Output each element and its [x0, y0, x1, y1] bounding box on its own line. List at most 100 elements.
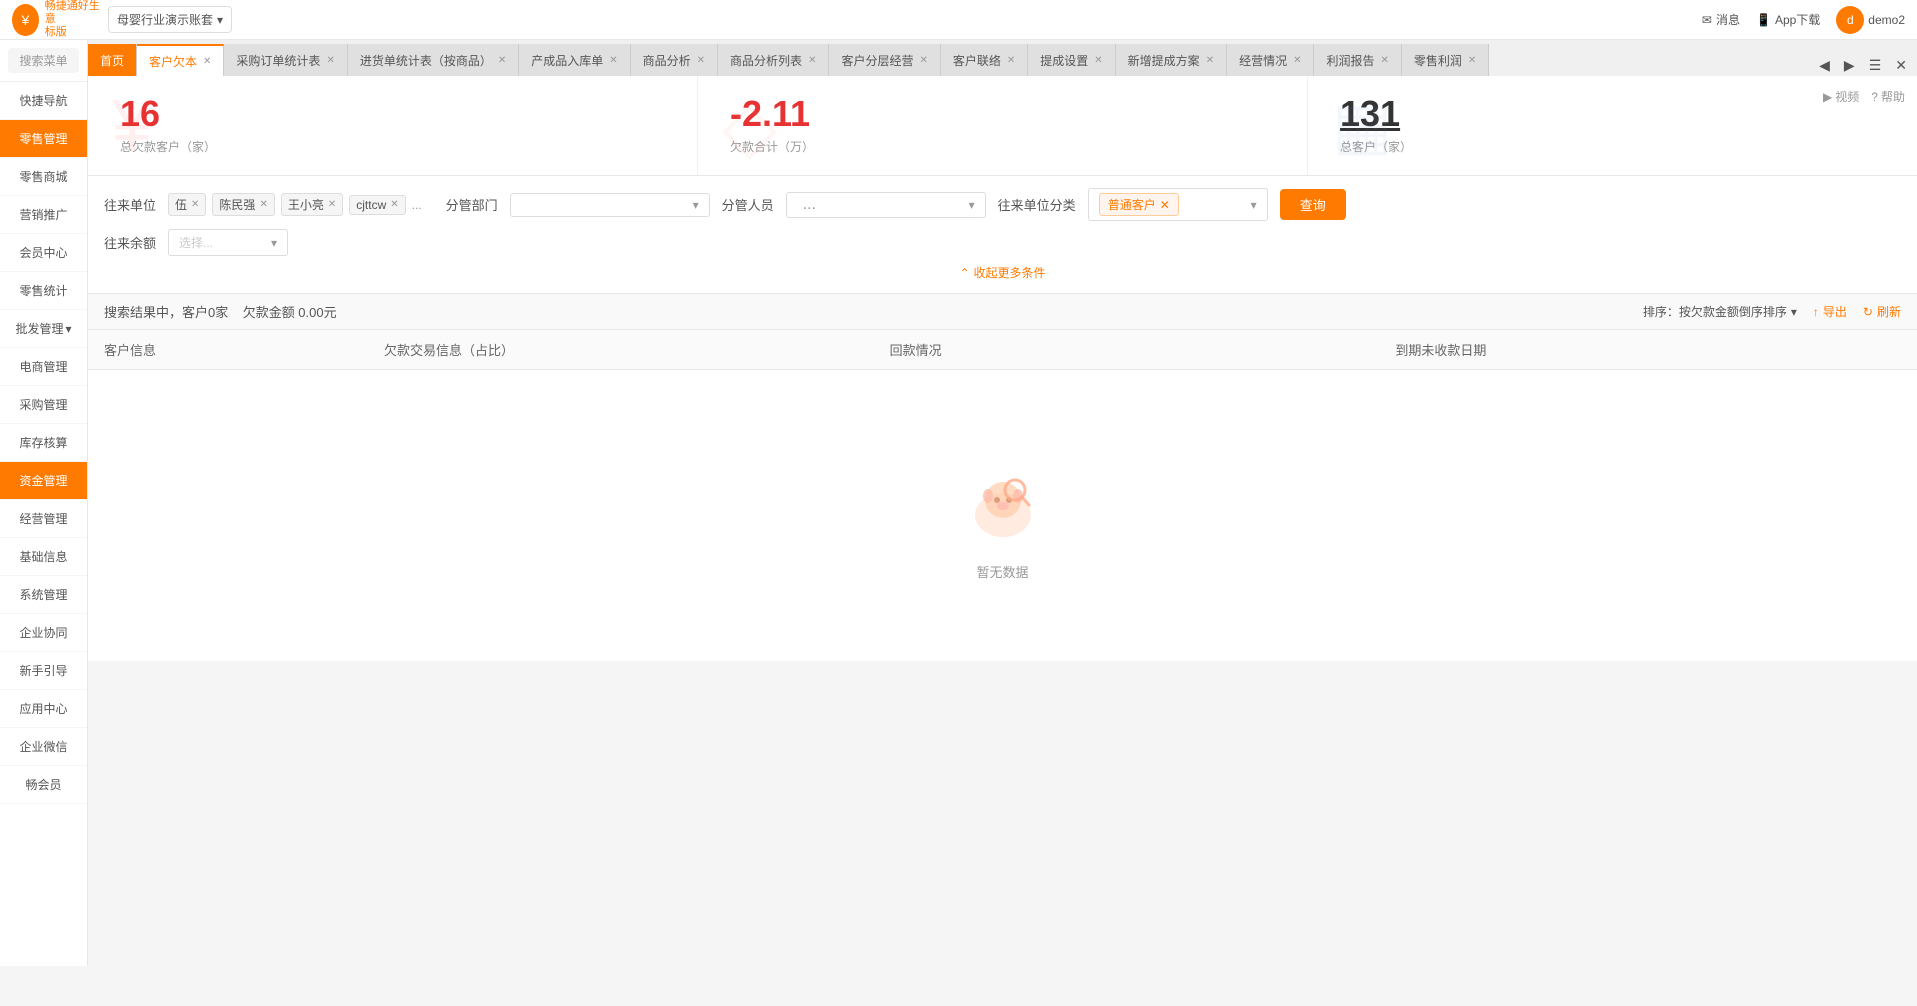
tab-retail-profit[interactable]: 零售利润 ✕ — [1402, 44, 1489, 76]
export-button[interactable]: ↑ 导出 — [1813, 303, 1847, 320]
tab-purchase-stat[interactable]: 进货单统计表（按商品） ✕ — [348, 44, 519, 76]
filter-tag-2[interactable]: 陈民强 ✕ — [212, 193, 274, 216]
filter-tag-4[interactable]: cjttcw ✕ — [349, 195, 405, 215]
sidebar-item-marketing[interactable]: 营销推广 — [0, 196, 87, 234]
logo-area: ¥ 畅捷通好生意 标版 — [12, 0, 100, 39]
sidebar-item-retail-mall[interactable]: 零售商城 — [0, 158, 87, 196]
sidebar-item-member[interactable]: 会员中心 — [0, 234, 87, 272]
remove-tag-4[interactable]: ✕ — [390, 199, 398, 210]
tab-add-commission[interactable]: 新增提成方案 ✕ — [1116, 44, 1227, 76]
person-select[interactable]: ... ▾ — [786, 192, 986, 218]
tab-home[interactable]: 首页 — [88, 44, 137, 76]
refresh-button[interactable]: ↻ 刷新 — [1863, 303, 1901, 320]
collapse-button[interactable]: ⌃ 收起更多条件 — [104, 264, 1901, 281]
tab-close-icon[interactable]: ✕ — [1293, 55, 1301, 66]
tab-close-icon[interactable]: ✕ — [1094, 55, 1102, 66]
tab-close-icon[interactable]: ✕ — [1007, 55, 1015, 66]
logo-icon: ¥ — [12, 4, 39, 36]
app-download-button[interactable]: 📱 App下载 — [1756, 11, 1820, 28]
sidebar-item-app-center[interactable]: 应用中心 — [0, 690, 87, 728]
top-bar-left: ¥ 畅捷通好生意 标版 母婴行业演示账套 ▾ — [12, 0, 232, 39]
tab-close-icon[interactable]: ✕ — [203, 56, 211, 67]
sidebar-item-new-guide[interactable]: 新手引导 — [0, 652, 87, 690]
sidebar-item-inventory[interactable]: 库存核算 — [0, 424, 87, 462]
sort-select[interactable]: 排序：按欠款金额倒序排序 ▾ — [1643, 303, 1797, 320]
help-button[interactable]: ? 帮助 — [1871, 88, 1905, 105]
sidebar-item-purchase[interactable]: 采购管理 — [0, 386, 87, 424]
remove-class-tag[interactable]: ✕ — [1160, 198, 1170, 212]
sidebar-item-enterprise-wechat[interactable]: 企业微信 — [0, 728, 87, 766]
chevron-up-icon: ⌃ — [959, 266, 969, 280]
workspace-selector[interactable]: 母婴行业演示账套 ▾ — [108, 6, 232, 33]
refresh-icon: ↻ — [1863, 305, 1873, 319]
filter-tag-3[interactable]: 王小亮 ✕ — [281, 193, 343, 216]
tab-close-icon[interactable]: ✕ — [1381, 55, 1389, 66]
sidebar-item-quick-nav[interactable]: 快捷导航 — [0, 82, 87, 120]
sidebar: 搜索菜单 快捷导航 零售管理 零售商城 营销推广 会员中心 零售统计 批发管理 … — [0, 40, 88, 966]
tab-commission-set[interactable]: 提成设置 ✕ — [1028, 44, 1115, 76]
filter-row-1: 往来单位 伍 ✕ 陈民强 ✕ 王小亮 ✕ — [104, 188, 1901, 221]
filter-tag-1[interactable]: 伍 ✕ — [168, 193, 206, 216]
query-button[interactable]: 查询 — [1280, 189, 1346, 220]
results-info: 搜索结果中，客户0家 欠款金额 0.00元 — [104, 302, 337, 321]
tab-customer-debt[interactable]: 客户欠本 ✕ — [137, 44, 224, 76]
tab-customer-layer[interactable]: 客户分层经营 ✕ — [829, 44, 940, 76]
remove-tag-1[interactable]: ✕ — [191, 199, 199, 210]
balance-select[interactable]: 选择... ▾ — [168, 229, 288, 256]
tab-close-icon[interactable]: ✕ — [326, 55, 334, 66]
unit-class-select[interactable]: 普通客户 ✕ ▾ — [1088, 188, 1268, 221]
remove-tag-3[interactable]: ✕ — [328, 199, 336, 210]
search-menu-button[interactable]: 搜索菜单 — [8, 48, 79, 73]
chevron-down-icon: ▾ — [693, 198, 699, 212]
message-button[interactable]: ✉ 消息 — [1702, 11, 1740, 28]
unit-tags: 伍 ✕ 陈民强 ✕ 王小亮 ✕ cjttcw ✕ — [168, 193, 422, 216]
chevron-down-icon: ▾ — [1791, 305, 1797, 319]
col-header-debt: 欠款交易信息（占比） — [384, 340, 890, 359]
tab-close-icon[interactable]: ✕ — [609, 55, 617, 66]
tab-more-button[interactable]: ☰ — [1863, 55, 1888, 76]
tab-purchase-order[interactable]: 采购订单统计表 ✕ — [224, 44, 347, 76]
sidebar-item-retail[interactable]: 零售管理 — [0, 120, 87, 158]
sidebar-item-retail-stats[interactable]: 零售统计 — [0, 272, 87, 310]
stat-total-customers: ▦ 131 总客户（家） ▶ 视频 ? 帮助 — [1308, 76, 1917, 175]
filter-row-2: 往来余额 选择... ▾ — [104, 229, 1901, 256]
stats-row: ¥ 16 总欠款客户（家） ◇ -2.11 欠款合计（万） ▦ 131 总客户（… — [88, 76, 1917, 176]
sidebar-item-ecommerce[interactable]: 电商管理 — [0, 348, 87, 386]
tab-prev-button[interactable]: ◀ — [1813, 55, 1836, 76]
sidebar-item-operations[interactable]: 经营管理 — [0, 500, 87, 538]
tab-goods-list[interactable]: 商品分析列表 ✕ — [718, 44, 829, 76]
tab-close-icon[interactable]: ✕ — [919, 55, 927, 66]
tab-profit[interactable]: 利润报告 ✕ — [1314, 44, 1401, 76]
person-more-dots[interactable]: ... — [803, 197, 816, 213]
sidebar-item-wholesale[interactable]: 批发管理 ▾ — [0, 310, 87, 348]
sidebar-item-member-plus[interactable]: 畅会员 — [0, 766, 87, 804]
remove-tag-2[interactable]: ✕ — [259, 199, 267, 210]
logo-text: 畅捷通好生意 标版 — [45, 0, 100, 39]
filter-area: 往来单位 伍 ✕ 陈民强 ✕ 王小亮 ✕ — [88, 176, 1917, 294]
tab-close-icon[interactable]: ✕ — [1468, 55, 1476, 66]
tab-close-icon[interactable]: ✕ — [1206, 55, 1214, 66]
sidebar-item-enterprise-collab[interactable]: 企业协同 — [0, 614, 87, 652]
tab-business[interactable]: 经营情况 ✕ — [1227, 44, 1314, 76]
sidebar-item-basic-info[interactable]: 基础信息 — [0, 538, 87, 576]
more-tags-button[interactable]: ... — [412, 198, 422, 212]
sidebar-search: 搜索菜单 — [0, 40, 87, 82]
avatar: d — [1836, 6, 1864, 34]
sidebar-item-finance[interactable]: 资金管理 — [0, 462, 87, 500]
stat-debt-amount: ◇ -2.11 欠款合计（万） — [698, 76, 1308, 175]
tab-next-button[interactable]: ▶ — [1838, 55, 1861, 76]
mobile-icon: 📱 — [1756, 13, 1771, 27]
tab-customer-contact[interactable]: 客户联络 ✕ — [941, 44, 1028, 76]
stat-total-debtors: ¥ 16 总欠款客户（家） — [88, 76, 698, 175]
sidebar-item-system[interactable]: 系统管理 — [0, 576, 87, 614]
dept-select[interactable]: ▾ — [510, 193, 710, 217]
tab-close-icon[interactable]: ✕ — [697, 55, 705, 66]
tab-product-instock[interactable]: 产成品入库单 ✕ — [519, 44, 630, 76]
tab-close-icon[interactable]: ✕ — [498, 55, 506, 66]
page-content: ¥ 16 总欠款客户（家） ◇ -2.11 欠款合计（万） ▦ 131 总客户（… — [88, 76, 1917, 966]
tab-goods-analysis[interactable]: 商品分析 ✕ — [631, 44, 718, 76]
tab-close-all-button[interactable]: ✕ — [1889, 55, 1913, 76]
user-menu[interactable]: d demo2 — [1836, 6, 1905, 34]
tab-close-icon[interactable]: ✕ — [808, 55, 816, 66]
video-button[interactable]: ▶ 视频 — [1823, 88, 1859, 105]
